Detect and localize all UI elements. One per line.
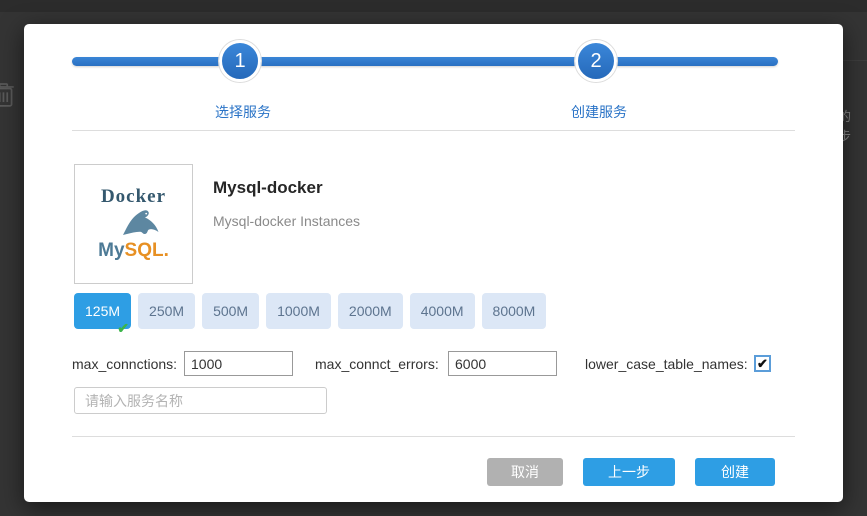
memory-option-4000m[interactable]: 4000M xyxy=(409,293,475,329)
trash-icon xyxy=(0,81,17,113)
step-2-number: 2 xyxy=(590,50,602,72)
memory-option-label: 8000M xyxy=(492,303,536,319)
memory-option-1000m[interactable]: 1000M xyxy=(266,293,331,329)
step-1-circle: 1 xyxy=(219,40,261,82)
memory-option-label: 500M xyxy=(213,303,249,319)
memory-option-label: 1000M xyxy=(277,303,320,319)
step-2-circle: 2 xyxy=(575,40,617,82)
step-2-label: 创建服务 xyxy=(571,104,627,120)
mysql-dolphin-icon xyxy=(120,208,162,243)
memory-option-2000m[interactable]: 2000M xyxy=(337,293,403,329)
service-title: Mysql-docker xyxy=(213,178,323,197)
mysql-wordmark-sql: SQL. xyxy=(124,240,169,261)
footer-divider xyxy=(72,436,795,437)
wizard-progress-bar xyxy=(72,57,778,66)
mysql-wordmark-my: My xyxy=(98,240,125,261)
create-button[interactable]: 创建 xyxy=(695,458,775,486)
memory-option-label: 250M xyxy=(149,303,185,319)
step-1-number: 1 xyxy=(234,50,246,72)
selected-check-icon: ✔ xyxy=(117,320,130,336)
docker-wordmark: Docker xyxy=(100,186,167,207)
service-name-input[interactable] xyxy=(74,387,327,414)
dimmed-page-overlay: 的 步 1 2 选择服务 创建服务 Docker MySQL. Mysql-do… xyxy=(0,0,867,516)
memory-option-500m[interactable]: 500M xyxy=(202,293,260,329)
memory-option-label: 4000M xyxy=(420,303,464,319)
create-service-dialog: 1 2 选择服务 创建服务 Docker MySQL. Mysql-docker… xyxy=(24,24,843,502)
dialog-footer: 取消 上一步 创建 xyxy=(487,458,775,486)
memory-option-8000m[interactable]: 8000M xyxy=(481,293,547,329)
memory-options: 125M ✔ 250M 500M 1000M 2000M 4000M 8000M xyxy=(74,293,553,335)
background-header-band xyxy=(0,0,867,12)
max-connections-label: max_connctions: xyxy=(72,356,178,372)
lower-case-table-names-checkbox[interactable]: ✔ xyxy=(754,355,771,372)
lower-case-table-names-label: lower_case_table_names: xyxy=(585,356,748,372)
memory-option-label: 125M xyxy=(85,303,121,319)
memory-option-250m[interactable]: 250M xyxy=(138,293,196,329)
max-connect-errors-label: max_connct_errors: xyxy=(315,356,439,372)
cancel-button[interactable]: 取消 xyxy=(487,458,563,486)
service-logo: Docker MySQL. xyxy=(74,164,193,284)
max-connect-errors-input[interactable] xyxy=(448,351,557,376)
service-subtitle: Mysql-docker Instances xyxy=(213,213,361,229)
background-row-divider xyxy=(843,60,867,61)
max-connections-input[interactable] xyxy=(184,351,293,376)
step-1-label: 选择服务 xyxy=(215,104,271,120)
memory-option-125m[interactable]: 125M ✔ xyxy=(74,293,132,335)
memory-option-label: 2000M xyxy=(348,303,392,319)
stepper-divider xyxy=(72,130,795,131)
mysql-wordmark: MySQL. xyxy=(98,241,169,261)
previous-step-button[interactable]: 上一步 xyxy=(583,458,675,486)
